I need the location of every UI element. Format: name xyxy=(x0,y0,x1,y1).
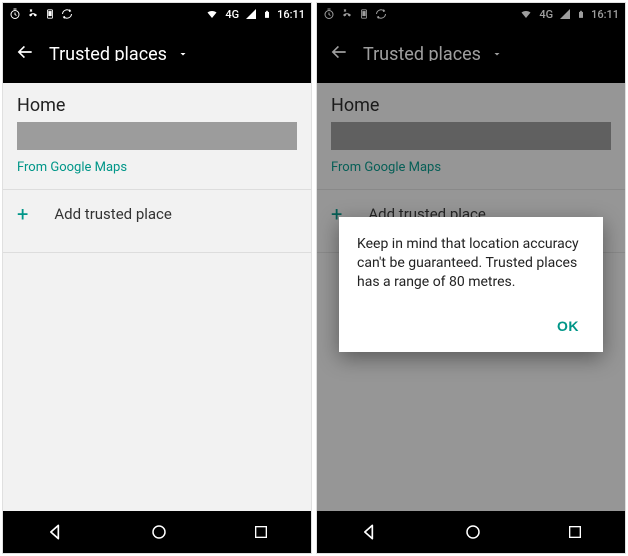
clock: 16:11 xyxy=(277,8,305,21)
content: Home From Google Maps + Add trusted plac… xyxy=(3,83,311,263)
wifi-icon xyxy=(205,8,219,20)
dialog-ok-button[interactable]: OK xyxy=(551,310,585,342)
nav-home-icon[interactable] xyxy=(464,523,482,541)
network-label: 4G xyxy=(225,8,239,21)
navigation-bar xyxy=(3,511,311,553)
screen-left: 4G 16:11 Trusted places Home xyxy=(2,2,312,554)
screen-right: 4G 16:11 Trusted places Home xyxy=(316,2,626,554)
app-bar: Trusted places xyxy=(3,25,311,83)
place-name: Home xyxy=(17,95,297,116)
status-bar: 4G 16:11 xyxy=(3,3,311,25)
battery-icon xyxy=(263,8,271,21)
place-address-redacted[interactable] xyxy=(17,122,297,150)
accuracy-dialog: Keep in mind that location accuracy can'… xyxy=(339,217,603,352)
add-trusted-place-label: Add trusted place xyxy=(54,205,172,223)
add-trusted-place-row[interactable]: + Add trusted place xyxy=(17,190,297,238)
plus-icon: + xyxy=(17,204,28,224)
navigation-bar xyxy=(317,511,625,553)
timer-icon xyxy=(9,8,21,20)
back-icon[interactable] xyxy=(15,42,35,66)
loop-icon xyxy=(61,8,73,20)
phone-missed-icon xyxy=(27,8,39,20)
nav-back-icon[interactable] xyxy=(45,522,65,542)
nav-recent-icon[interactable] xyxy=(567,524,583,540)
divider xyxy=(3,252,311,253)
dialog-message: Keep in mind that location accuracy can'… xyxy=(357,235,585,292)
place-source: From Google Maps xyxy=(17,160,297,175)
subtitle-redacted xyxy=(51,61,169,75)
device-icon xyxy=(45,8,55,20)
nav-back-icon[interactable] xyxy=(359,522,379,542)
signal-icon xyxy=(245,8,257,20)
nav-home-icon[interactable] xyxy=(150,523,168,541)
nav-recent-icon[interactable] xyxy=(253,524,269,540)
dropdown-icon[interactable] xyxy=(177,45,189,64)
